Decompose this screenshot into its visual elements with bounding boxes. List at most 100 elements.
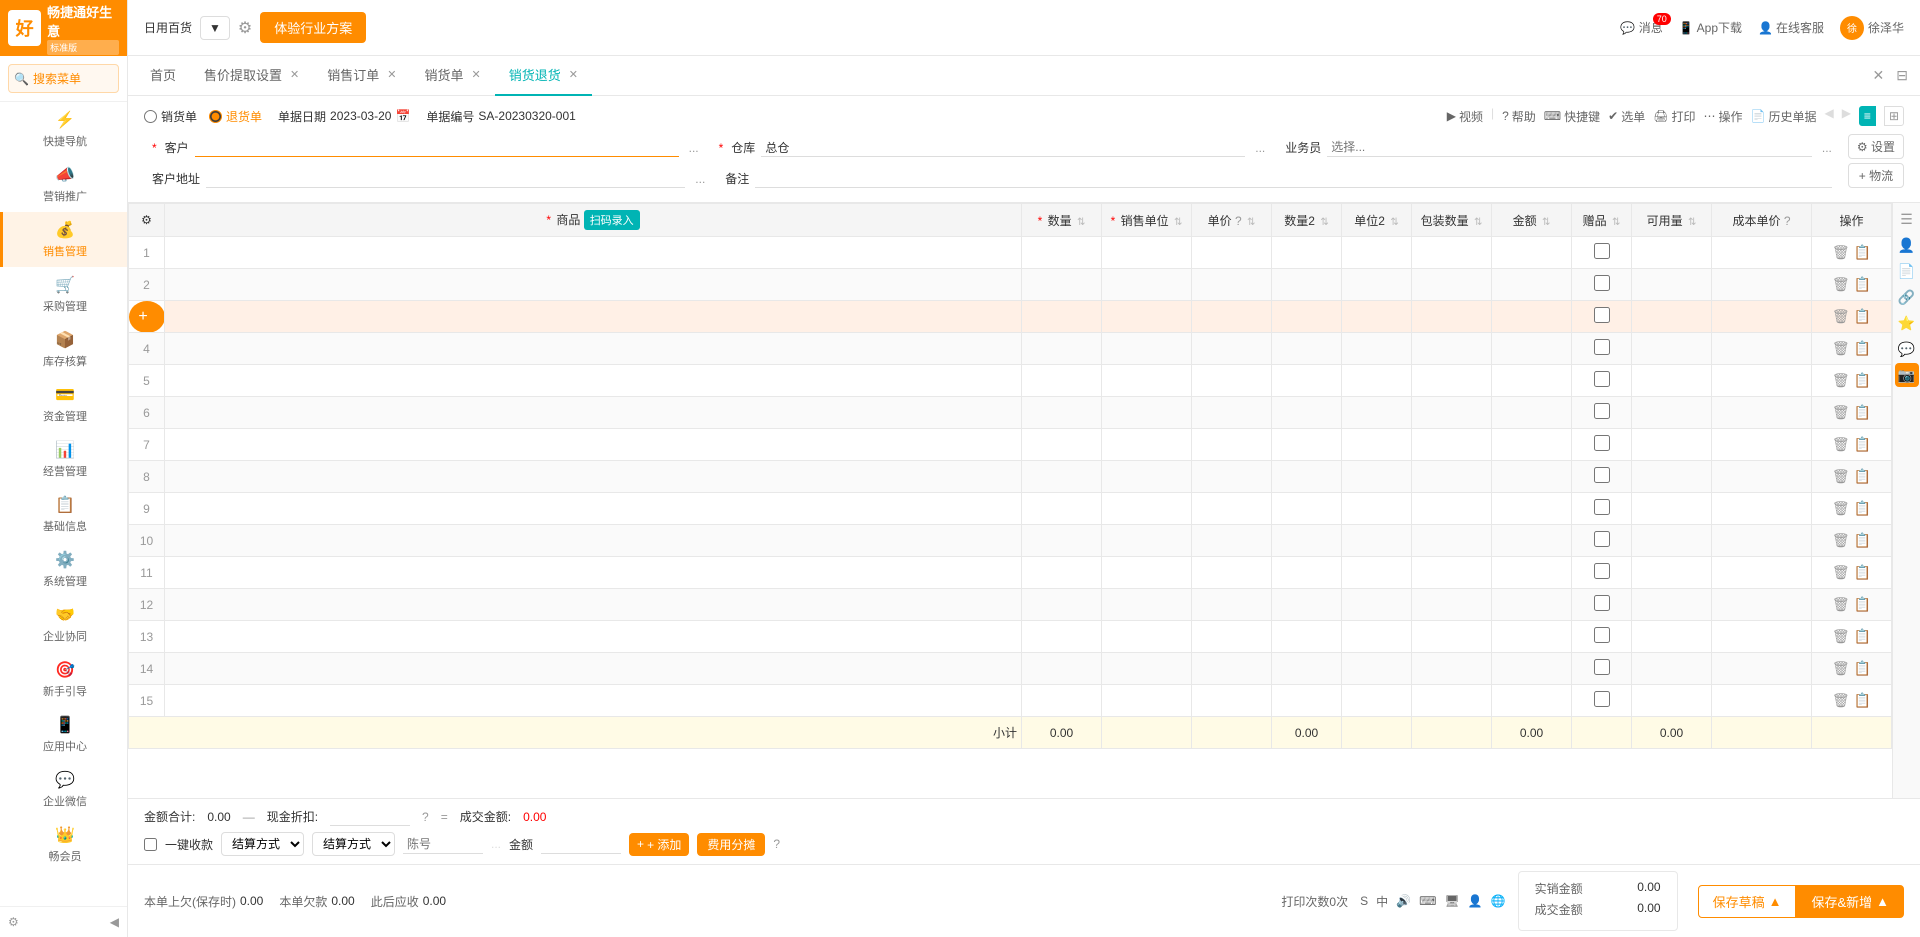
address-select-button[interactable]: ... <box>695 172 705 186</box>
copy-row-9[interactable]: 📋 <box>1854 500 1871 517</box>
tool-icon-1[interactable]: S <box>1360 894 1368 908</box>
delete-row-11[interactable]: 🗑 <box>1832 564 1850 581</box>
split-help-icon[interactable]: ? <box>773 837 780 851</box>
add-row-button[interactable]: + <box>133 307 153 327</box>
right-btn-2[interactable]: 👤 <box>1895 233 1919 257</box>
pkg-input-1[interactable] <box>1416 246 1487 260</box>
tool-icon-3[interactable]: 🔊 <box>1396 894 1411 908</box>
delete-row-9[interactable]: 🗑 <box>1832 500 1850 517</box>
history-button[interactable]: 📄 历史单据 <box>1750 106 1816 126</box>
copy-row-4[interactable]: 📋 <box>1854 340 1871 357</box>
gift-checkbox-2[interactable] <box>1594 275 1610 291</box>
tab-close-sales-return[interactable]: ✕ <box>569 68 578 81</box>
delete-row-12[interactable]: 🗑 <box>1832 596 1850 613</box>
quantity-sort[interactable]: ⇅ <box>1077 217 1085 228</box>
product-input-1[interactable] <box>169 246 1017 260</box>
unit-price-help-icon[interactable]: ? <box>1235 214 1242 228</box>
gift-checkbox-14[interactable] <box>1594 659 1610 675</box>
radio-sales-return[interactable]: 退货单 <box>209 108 262 125</box>
sidebar-item-inventory[interactable]: 📦 库存核算 <box>0 322 127 377</box>
right-btn-4[interactable]: 🔗 <box>1895 285 1919 309</box>
shortcut-button[interactable]: ⌨ 快捷键 <box>1544 106 1600 126</box>
tool-icon-2[interactable]: 中 <box>1376 893 1388 910</box>
product-input-2[interactable] <box>169 278 1017 292</box>
delete-row-6[interactable]: 🗑 <box>1832 404 1850 421</box>
scan-input-button[interactable]: 扫码录入 <box>584 210 640 230</box>
operations-button[interactable]: ⋯ 操作 <box>1703 106 1742 126</box>
print-button[interactable]: 🖨 打印 <box>1653 106 1695 126</box>
package-sort[interactable]: ⇅ <box>1474 217 1482 228</box>
unit-input-1[interactable] <box>1106 246 1187 260</box>
gift-checkbox-4[interactable] <box>1594 339 1610 355</box>
calendar-icon[interactable]: 📅 <box>395 109 410 123</box>
save-new-dropdown-icon[interactable]: ▲ <box>1876 894 1889 909</box>
daily-dropdown[interactable]: ▼ <box>200 16 230 40</box>
right-btn-7[interactable]: 📷 <box>1895 363 1919 387</box>
copy-row-1[interactable]: 📋 <box>1854 244 1871 261</box>
sidebar-item-basic[interactable]: 📋 基础信息 <box>0 487 127 542</box>
tab-close-price-setting[interactable]: ✕ <box>290 68 299 81</box>
tool-icon-6[interactable]: 👤 <box>1468 894 1483 908</box>
tool-icon-5[interactable]: 🖥 <box>1444 894 1459 908</box>
qty2-sort[interactable]: ⇅ <box>1320 217 1328 228</box>
add-payment-button[interactable]: + + 添加 <box>629 833 689 856</box>
tool-icon-4[interactable]: ⌨ <box>1419 894 1436 908</box>
trial-button[interactable]: 体验行业方案 <box>260 12 366 43</box>
discount-input[interactable] <box>330 807 410 826</box>
amount-input-1[interactable] <box>1496 246 1567 260</box>
sidebar-item-marketing[interactable]: 📣 营销推广 <box>0 157 127 212</box>
one-click-pay-checkbox[interactable] <box>144 838 157 851</box>
salesman-input[interactable] <box>1327 138 1812 157</box>
radio-input-sales-delivery[interactable] <box>144 110 157 123</box>
gift-checkbox-12[interactable] <box>1594 595 1610 611</box>
view-toggle-detail[interactable]: ⊞ <box>1884 106 1904 126</box>
online-service-link[interactable]: 👤 在线客服 <box>1758 19 1824 36</box>
gift-checkbox-9[interactable] <box>1594 499 1610 515</box>
gift-checkbox-13[interactable] <box>1594 627 1610 643</box>
delete-row-8[interactable]: 🗑 <box>1832 468 1850 485</box>
warehouse-input[interactable] <box>761 138 1245 157</box>
delete-row-14[interactable]: 🗑 <box>1832 660 1850 677</box>
header-gear-button[interactable]: ⚙ <box>238 18 252 38</box>
sidebar-item-sales[interactable]: 💰 销售管理 <box>0 212 127 267</box>
settlement-method-select[interactable]: 结算方式 <box>221 832 304 856</box>
unit2-sort[interactable]: ⇅ <box>1390 217 1398 228</box>
copy-row-14[interactable]: 📋 <box>1854 660 1871 677</box>
gift-checkbox-8[interactable] <box>1594 467 1610 483</box>
remark-input[interactable] <box>755 169 1832 188</box>
sidebar-item-apps[interactable]: 📱 应用中心 <box>0 707 127 762</box>
gift-checkbox-3[interactable] <box>1594 307 1610 323</box>
sidebar-item-system[interactable]: ⚙️ 系统管理 <box>0 542 127 597</box>
delete-row-1[interactable]: 🗑 <box>1832 244 1850 261</box>
message-button[interactable]: 💬 消息 70 <box>1620 19 1662 36</box>
sidebar-item-shortcut[interactable]: ⚡ 快捷导航 <box>0 102 127 157</box>
cost-split-button[interactable]: 费用分摊 <box>697 833 765 856</box>
delete-row-4[interactable]: 🗑 <box>1832 340 1850 357</box>
payment-amount-input[interactable] <box>541 835 621 854</box>
tab-close-all-button[interactable]: ✕ <box>1869 65 1889 86</box>
draft-dropdown-icon[interactable]: ▲ <box>1769 894 1782 909</box>
delete-row-3[interactable]: 🗑 <box>1832 308 1850 325</box>
copy-row-5[interactable]: 📋 <box>1854 372 1871 389</box>
collapse-icon[interactable]: ◀ <box>110 915 119 929</box>
account-no-input[interactable] <box>403 835 483 854</box>
calculation-method-select[interactable]: 结算方式 <box>312 832 395 856</box>
th-setting[interactable]: ⚙ <box>129 204 165 237</box>
qty2-input-1[interactable] <box>1276 246 1337 260</box>
select-order-button[interactable]: ✔ 选单 <box>1608 106 1645 126</box>
delete-row-13[interactable]: 🗑 <box>1832 628 1850 645</box>
sidebar-item-wechat[interactable]: 💬 企业微信 <box>0 762 127 817</box>
salesman-extra-button[interactable]: ... <box>1822 141 1832 155</box>
tab-sales-order[interactable]: 销售订单 ✕ <box>313 56 410 96</box>
gift-checkbox-7[interactable] <box>1594 435 1610 451</box>
delete-row-2[interactable]: 🗑 <box>1832 276 1850 293</box>
sidebar-item-guide[interactable]: 🎯 新手引导 <box>0 652 127 707</box>
gift-checkbox-11[interactable] <box>1594 563 1610 579</box>
copy-row-15[interactable]: 📋 <box>1854 692 1871 709</box>
price-input-1[interactable] <box>1196 246 1267 260</box>
gift-checkbox-10[interactable] <box>1594 531 1610 547</box>
sales-unit-sort[interactable]: ⇅ <box>1174 217 1182 228</box>
cost-price-help-icon[interactable]: ? <box>1784 214 1791 228</box>
sidebar-item-member[interactable]: 👑 畅会员 <box>0 817 127 872</box>
cost-input-1[interactable] <box>1716 246 1807 260</box>
